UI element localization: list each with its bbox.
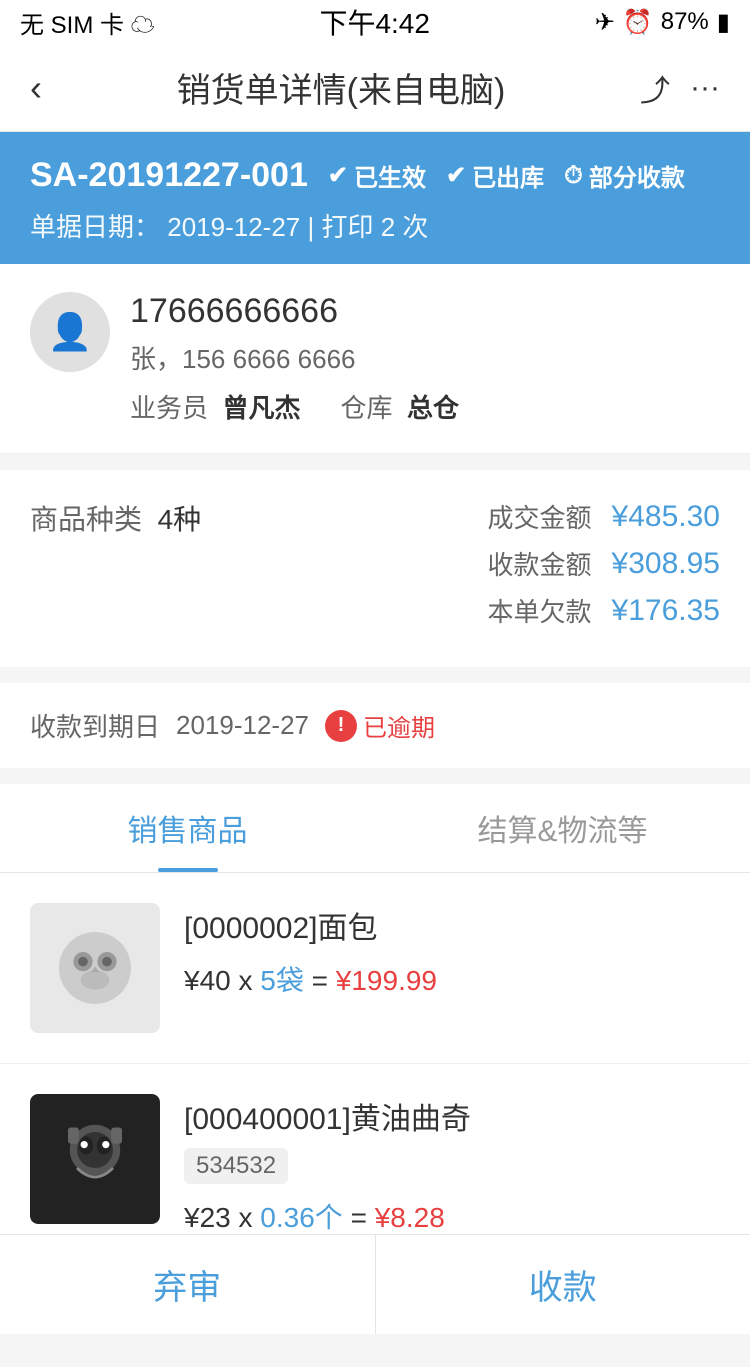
warehouse-label: 仓库 总仓 — [340, 388, 458, 425]
product2-icon — [50, 1114, 140, 1204]
summary-right: 成交金额 ¥485.30 收款金额 ¥308.95 本单欠款 ¥176.35 — [488, 498, 720, 639]
header-date: 单据日期： 2019-12-27 | 打印 2 次 — [30, 207, 720, 244]
overdue-label: 已逾期 — [363, 708, 435, 743]
customer-phone: 17666666666 — [130, 292, 720, 331]
back-button[interactable]: ‹ — [30, 67, 42, 109]
amount-row: 成交金额 ¥485.30 — [488, 498, 720, 535]
share-icon[interactable]: ⤴ — [640, 66, 670, 110]
summary-left: 商品种类 4种 — [30, 498, 201, 538]
product-image-owl — [30, 903, 160, 1033]
product-name-1: [0000002]面包 — [184, 903, 720, 947]
tab-settlement[interactable]: 结算&物流等 — [375, 784, 750, 872]
equals-1: = — [312, 965, 336, 996]
clock-icon: ⏱ — [564, 162, 583, 190]
location-icon: ✈ — [595, 8, 615, 37]
qty-2: 0.36个 — [260, 1202, 343, 1233]
status-bar: 无 SIM 卡 ☁ 下午4:42 ✈ ⏰ 87% ▮ — [0, 0, 750, 44]
summary-section: 商品种类 4种 成交金额 ¥485.30 收款金额 ¥308.95 本单欠款 ¥… — [0, 470, 750, 667]
warehouse-name: 总仓 — [407, 393, 459, 423]
header-banner: SA-20191227-001 ✔ 已生效 ✔ 已出库 ⏱ 部分收款 单据日期：… — [0, 132, 750, 264]
check-icon-2: ✔ — [446, 161, 466, 190]
battery-level: 87% — [661, 8, 709, 36]
product-price-2: ¥23 x 0.36个 = ¥8.28 — [184, 1196, 720, 1236]
product-info-1: [0000002]面包 ¥40 x 5袋 = ¥199.99 — [184, 903, 720, 999]
due-label: 收款到期日 — [30, 707, 160, 744]
price-unit-2: ¥23 — [184, 1202, 231, 1233]
avatar: 👤 — [30, 292, 110, 372]
product-thumbnail-2 — [30, 1094, 160, 1224]
product-info-2: [000400001]黄油曲奇 534532 ¥23 x 0.36个 = ¥8.… — [184, 1094, 720, 1236]
avatar-icon: 👤 — [48, 311, 93, 353]
received-row: 收款金额 ¥308.95 — [488, 545, 720, 582]
customer-name: 张，156 6666 6666 — [130, 339, 720, 376]
overdue-icon: ! — [325, 710, 357, 742]
page-title: 销货单详情(来自电脑) — [177, 63, 506, 112]
alarm-icon: ⏰ — [623, 8, 653, 37]
sales-label: 业务员 曾凡杰 — [130, 388, 300, 425]
owed-value: ¥176.35 — [612, 594, 720, 628]
product-price-1: ¥40 x 5袋 = ¥199.99 — [184, 959, 720, 999]
check-icon-1: ✔ — [328, 161, 348, 190]
order-id: SA-20191227-001 — [30, 156, 308, 195]
sales-name: 曾凡杰 — [222, 393, 300, 423]
collect-payment-button[interactable]: 收款 — [376, 1235, 750, 1334]
tab-sales-products[interactable]: 销售商品 — [0, 784, 375, 872]
battery-icon: ▮ — [717, 8, 730, 37]
product-sku-2: 534532 — [184, 1148, 288, 1184]
equals-2: = — [351, 1202, 375, 1233]
nav-bar: ‹ 销货单详情(来自电脑) ⤴ ··· — [0, 44, 750, 132]
table-row: [0000002]面包 ¥40 x 5袋 = ¥199.99 — [0, 873, 750, 1064]
price-unit-1: ¥40 — [184, 965, 231, 996]
product-image-2 — [30, 1094, 160, 1224]
multiply-icon-1: x — [239, 965, 261, 996]
sim-status: 无 SIM 卡 ☁ — [20, 5, 155, 40]
due-section: 收款到期日 2019-12-27 ! 已逾期 — [0, 683, 750, 768]
status-partial: ⏱ 部分收款 — [564, 158, 685, 193]
qty-1: 5袋 — [260, 965, 304, 996]
owl-icon — [55, 928, 135, 1008]
more-icon[interactable]: ··· — [690, 71, 720, 105]
bottom-bar: 弃审 收款 — [0, 1234, 750, 1334]
status-effected: ✔ 已生效 — [328, 158, 426, 193]
due-date: 2019-12-27 — [176, 710, 309, 741]
cancel-audit-button[interactable]: 弃审 — [0, 1235, 376, 1334]
customer-info: 17666666666 张，156 6666 6666 业务员 曾凡杰 仓库 总… — [130, 292, 720, 425]
status-shipped: ✔ 已出库 — [446, 158, 544, 193]
product-thumbnail-1 — [30, 903, 160, 1033]
overdue-badge: ! 已逾期 — [325, 708, 435, 743]
status-left: 无 SIM 卡 ☁ — [20, 5, 155, 40]
customer-meta: 业务员 曾凡杰 仓库 总仓 — [130, 388, 720, 425]
multiply-icon-2: x — [239, 1202, 261, 1233]
tab-bar: 销售商品 结算&物流等 — [0, 784, 750, 873]
status-right: ✈ ⏰ 87% ▮ — [595, 8, 730, 37]
received-value: ¥308.95 — [612, 547, 720, 581]
order-id-row: SA-20191227-001 ✔ 已生效 ✔ 已出库 ⏱ 部分收款 — [30, 156, 720, 195]
amount-value: ¥485.30 — [612, 500, 720, 534]
total-1: ¥199.99 — [336, 965, 437, 996]
status-time: 下午4:42 — [319, 2, 430, 42]
customer-section: 👤 17666666666 张，156 6666 6666 业务员 曾凡杰 仓库… — [0, 264, 750, 454]
product-name-2: [000400001]黄油曲奇 — [184, 1094, 720, 1138]
type-count: 4种 — [158, 504, 202, 535]
product-list: [0000002]面包 ¥40 x 5袋 = ¥199.99 — [0, 873, 750, 1267]
nav-actions: ⤴ ··· — [640, 66, 720, 110]
total-2: ¥8.28 — [375, 1202, 445, 1233]
owed-row: 本单欠款 ¥176.35 — [488, 592, 720, 629]
